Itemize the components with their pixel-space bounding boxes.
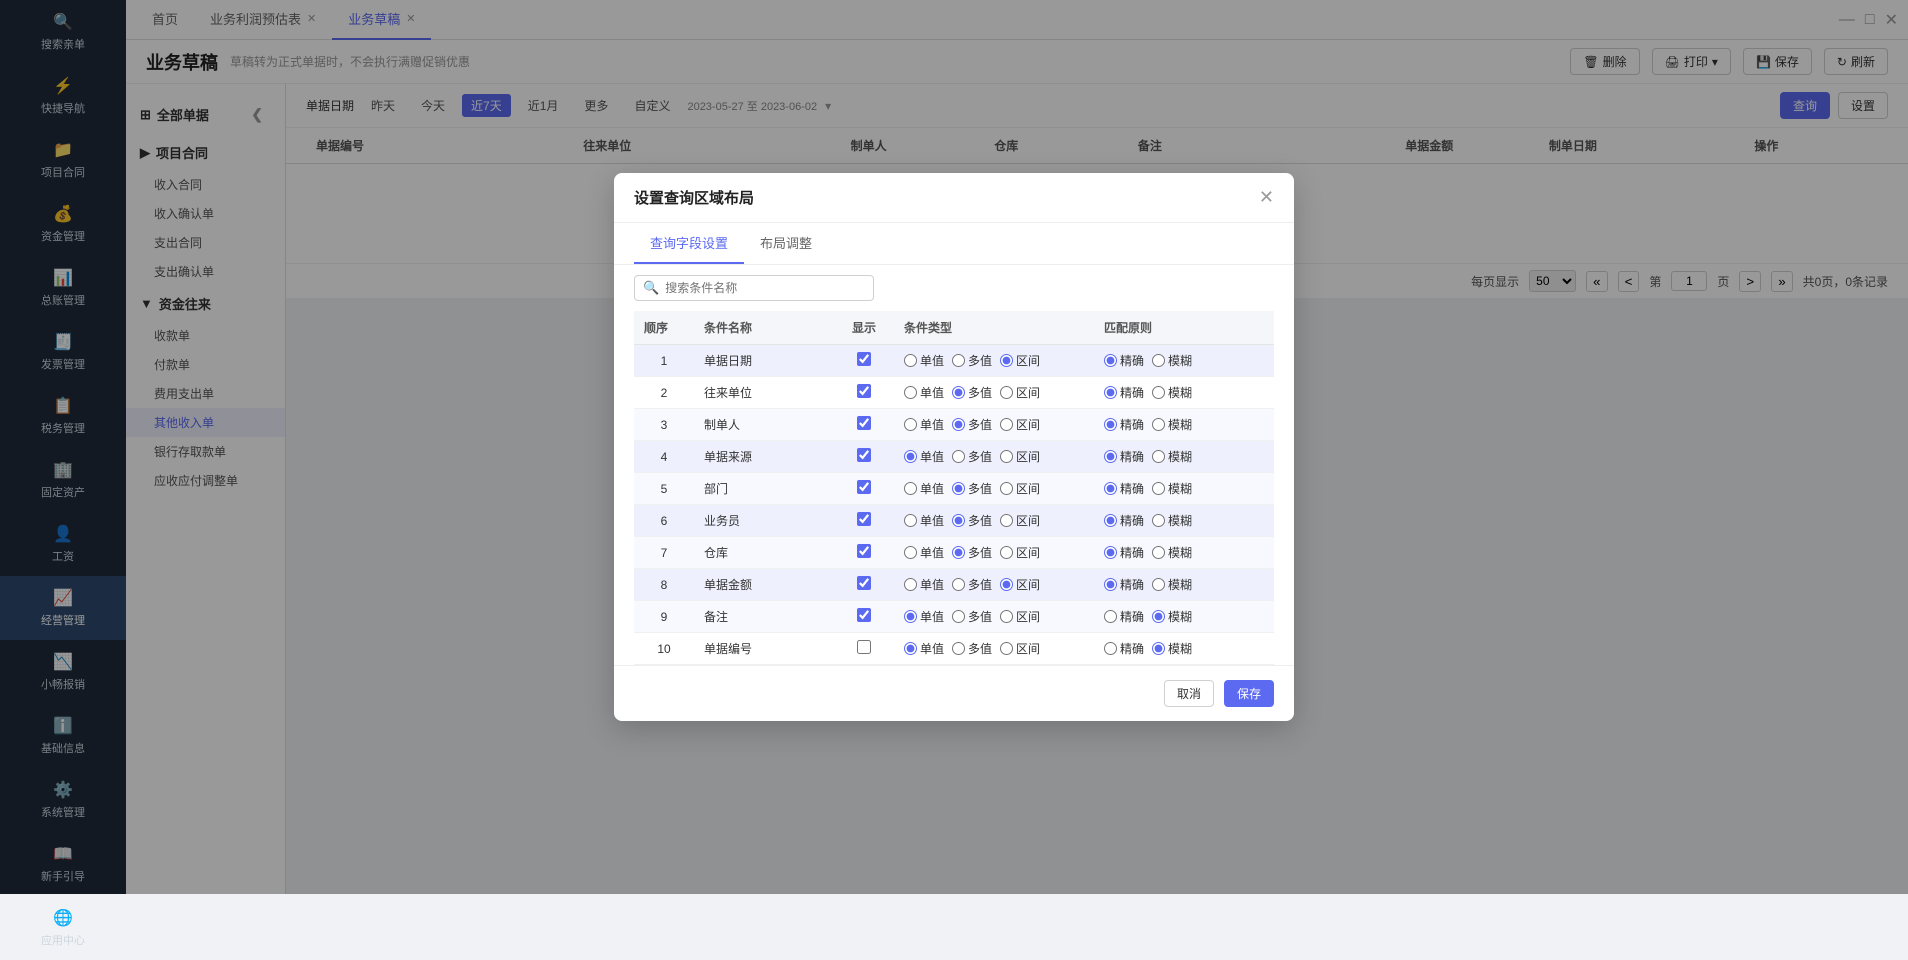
row-condition-type: 单值多值区间 — [894, 505, 1094, 537]
row-match: 精确模糊 — [1094, 537, 1274, 569]
condition-search-input[interactable] — [665, 281, 845, 295]
sidebar-item-label: 应用中心 — [41, 932, 85, 948]
row-match: 精确模糊 — [1094, 601, 1274, 633]
show-checkbox[interactable] — [857, 352, 871, 366]
dialog-header: 设置查询区域布局 ✕ — [614, 173, 1294, 223]
show-checkbox[interactable] — [857, 544, 871, 558]
dialog-search-area: 🔍 — [614, 265, 1294, 311]
row-condition-name: 单据金额 — [694, 569, 834, 601]
row-match: 精确模糊 — [1094, 633, 1274, 665]
row-order: 6 — [634, 505, 694, 537]
row-show — [834, 377, 894, 409]
row-match: 精确模糊 — [1094, 441, 1274, 473]
dialog-title: 设置查询区域布局 — [634, 187, 754, 208]
cancel-button[interactable]: 取消 — [1164, 680, 1214, 707]
row-condition-type: 单值多值区间 — [894, 537, 1094, 569]
row-condition-type: 单值多值区间 — [894, 473, 1094, 505]
row-show — [834, 473, 894, 505]
row-condition-type: 单值多值区间 — [894, 377, 1094, 409]
dialog-tab-fields[interactable]: 查询字段设置 — [634, 223, 744, 264]
row-condition-type: 单值多值区间 — [894, 569, 1094, 601]
row-match: 精确模糊 — [1094, 505, 1274, 537]
row-condition-type: 单值多值区间 — [894, 345, 1094, 377]
th-name: 条件名称 — [694, 311, 834, 345]
show-checkbox[interactable] — [857, 512, 871, 526]
search-box: 🔍 — [634, 275, 874, 301]
show-checkbox[interactable] — [857, 608, 871, 622]
show-checkbox[interactable] — [857, 576, 871, 590]
dialog-tabs: 查询字段设置 布局调整 — [614, 223, 1294, 265]
dialog-save-button[interactable]: 保存 — [1224, 680, 1274, 707]
row-order: 1 — [634, 345, 694, 377]
row-condition-type: 单值多值区间 — [894, 441, 1094, 473]
show-checkbox[interactable] — [857, 480, 871, 494]
show-checkbox[interactable] — [857, 448, 871, 462]
row-condition-name: 往来单位 — [694, 377, 834, 409]
row-show — [834, 441, 894, 473]
sidebar-item-apps[interactable]: 🌐 应用中心 — [0, 896, 126, 960]
show-checkbox[interactable] — [857, 416, 871, 430]
row-show — [834, 537, 894, 569]
row-show — [834, 633, 894, 665]
th-show: 显示 — [834, 311, 894, 345]
row-order: 8 — [634, 569, 694, 601]
row-condition-name: 备注 — [694, 601, 834, 633]
th-match: 匹配原则 — [1094, 311, 1274, 345]
row-condition-type: 单值多值区间 — [894, 409, 1094, 441]
settings-dialog: 设置查询区域布局 ✕ 查询字段设置 布局调整 🔍 顺序 条件名称 显示 条件类型… — [614, 173, 1294, 721]
row-match: 精确模糊 — [1094, 409, 1274, 441]
th-condition-type: 条件类型 — [894, 311, 1094, 345]
row-order: 9 — [634, 601, 694, 633]
dialog-close-button[interactable]: ✕ — [1259, 187, 1274, 208]
row-order: 5 — [634, 473, 694, 505]
row-show — [834, 345, 894, 377]
row-order: 4 — [634, 441, 694, 473]
row-condition-name: 业务员 — [694, 505, 834, 537]
row-show — [834, 601, 894, 633]
th-order: 顺序 — [634, 311, 694, 345]
row-condition-type: 单值多值区间 — [894, 601, 1094, 633]
dialog-table: 顺序 条件名称 显示 条件类型 匹配原则 1单据日期单值多值区间精确模糊2往来单… — [614, 311, 1294, 665]
row-order: 7 — [634, 537, 694, 569]
row-match: 精确模糊 — [1094, 473, 1274, 505]
row-order: 3 — [634, 409, 694, 441]
row-match: 精确模糊 — [1094, 377, 1274, 409]
row-condition-name: 制单人 — [694, 409, 834, 441]
row-condition-name: 部门 — [694, 473, 834, 505]
row-match: 精确模糊 — [1094, 569, 1274, 601]
apps-icon: 🌐 — [53, 908, 73, 928]
show-checkbox[interactable] — [857, 640, 871, 654]
row-show — [834, 505, 894, 537]
row-show — [834, 409, 894, 441]
row-condition-type: 单值多值区间 — [894, 633, 1094, 665]
search-icon: 🔍 — [643, 280, 659, 296]
row-order: 10 — [634, 633, 694, 665]
row-show — [834, 569, 894, 601]
row-match: 精确模糊 — [1094, 345, 1274, 377]
row-condition-name: 单据来源 — [694, 441, 834, 473]
row-condition-name: 单据日期 — [694, 345, 834, 377]
row-condition-name: 单据编号 — [694, 633, 834, 665]
show-checkbox[interactable] — [857, 384, 871, 398]
row-condition-name: 仓库 — [694, 537, 834, 569]
row-order: 2 — [634, 377, 694, 409]
dialog-tab-layout[interactable]: 布局调整 — [744, 223, 828, 264]
dialog-footer: 取消 保存 — [614, 665, 1294, 721]
